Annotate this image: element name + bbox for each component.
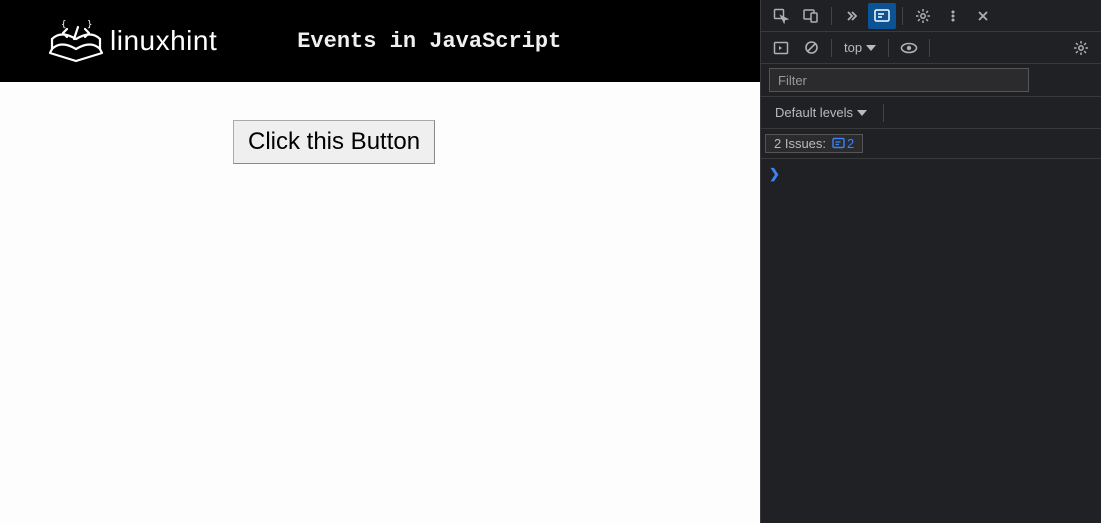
devtools-panel: top Default levels 2 Issues: 2 [760, 0, 1101, 523]
close-devtools-icon[interactable] [969, 3, 997, 29]
devtools-tabbar [761, 0, 1101, 32]
browser-page: { } linuxhint Events in JavaScript Click… [0, 0, 760, 523]
issues-label: 2 Issues: [774, 136, 826, 151]
sidebar-toggle-icon[interactable] [767, 35, 795, 61]
issues-button[interactable]: 2 Issues: 2 [765, 134, 863, 153]
site-logo: { } linuxhint [48, 19, 217, 63]
filter-row [761, 64, 1101, 97]
page-title: Events in JavaScript [297, 29, 561, 54]
log-levels-selector[interactable]: Default levels [769, 101, 873, 125]
issues-icon: 2 [832, 136, 854, 151]
device-toolbar-icon[interactable] [797, 3, 825, 29]
separator [902, 7, 903, 25]
separator [831, 39, 832, 57]
clear-console-icon[interactable] [797, 35, 825, 61]
separator [831, 7, 832, 25]
svg-text:}: } [87, 20, 92, 30]
issues-count: 2 [847, 136, 854, 151]
separator [888, 39, 889, 57]
log-levels-row: Default levels [761, 97, 1101, 129]
more-tabs-icon[interactable] [838, 3, 866, 29]
click-this-button[interactable]: Click this Button [233, 120, 435, 164]
settings-gear-icon[interactable] [909, 3, 937, 29]
page-content: Click this Button [0, 82, 760, 164]
inspect-element-icon[interactable] [767, 3, 795, 29]
issues-row: 2 Issues: 2 [761, 129, 1101, 159]
svg-text:{: { [61, 20, 66, 30]
kebab-menu-icon[interactable] [939, 3, 967, 29]
chevron-down-icon [857, 110, 867, 116]
log-levels-label: Default levels [775, 105, 853, 120]
book-code-icon: { } [48, 19, 104, 63]
chevron-down-icon [866, 45, 876, 51]
separator [883, 104, 884, 122]
context-selector[interactable]: top [838, 36, 882, 60]
console-tab-icon[interactable] [868, 3, 896, 29]
live-expression-icon[interactable] [895, 35, 923, 61]
console-output[interactable]: ❯ [761, 159, 1101, 523]
logo-text: linuxhint [110, 25, 217, 57]
separator [929, 39, 930, 57]
console-prompt-icon: ❯ [769, 166, 780, 181]
context-label: top [844, 40, 862, 55]
console-settings-gear-icon[interactable] [1067, 35, 1095, 61]
console-toolbar: top [761, 32, 1101, 64]
filter-input[interactable] [769, 68, 1029, 92]
page-header: { } linuxhint Events in JavaScript [0, 0, 760, 82]
